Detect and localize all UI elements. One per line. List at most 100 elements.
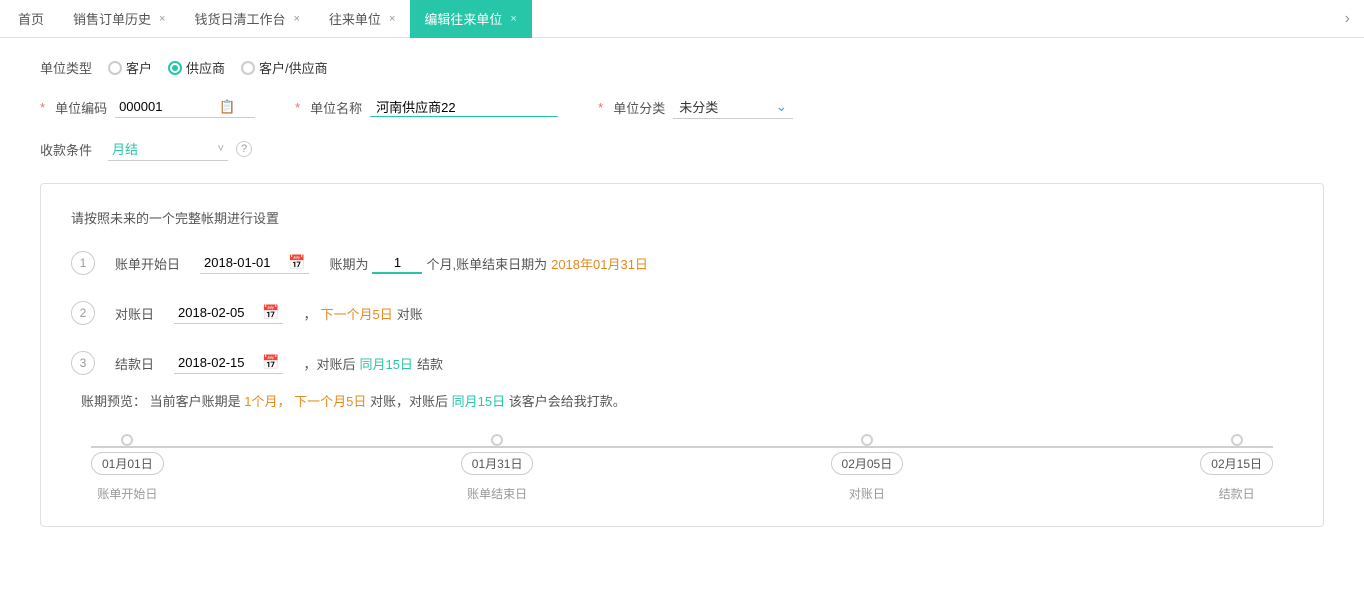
unit-classify-field: * 单位分类 未分类 ⌄: [598, 95, 793, 119]
step-2-desc-comma: ，: [303, 304, 316, 323]
tab-home-label: 首页: [18, 9, 44, 28]
step-1-end-date: 2018年01月31日: [551, 254, 648, 273]
tab-partner-unit-close[interactable]: ×: [389, 13, 395, 25]
tab-edit-partner[interactable]: 编辑往来单位 ×: [410, 0, 531, 38]
step-2-date-field[interactable]: [178, 305, 258, 320]
tab-home[interactable]: 首页: [4, 0, 59, 38]
preview-reconcile-suffix: 对账，对账后: [370, 394, 448, 409]
tab-partner-unit[interactable]: 往来单位 ×: [315, 0, 410, 38]
step-3-date-field[interactable]: [178, 355, 258, 370]
step-3-desc-suffix: 结款: [417, 354, 443, 373]
tab-cash-work-label: 钱货日清工作台: [194, 9, 285, 28]
step-3-calendar-icon[interactable]: 📅: [262, 354, 279, 371]
unit-classify-star: *: [598, 100, 603, 115]
step-1-number: 1: [71, 251, 95, 275]
unit-code-field: * 单位编码 📋: [40, 97, 255, 118]
timeline-label-2: 对账日: [849, 485, 885, 502]
preview-end: 该客户会给我打款。: [509, 394, 626, 409]
tabs-expand-button[interactable]: ›: [1335, 10, 1360, 28]
panel-title: 请按照未来的一个完整帐期进行设置: [71, 208, 1293, 227]
unit-name-label: 单位名称: [310, 98, 362, 117]
unit-type-row: 单位类型 客户 供应商 客户/供应商: [40, 58, 1324, 77]
radio-both-circle: [241, 61, 255, 75]
radio-customer-label: 客户: [126, 58, 152, 77]
step-2-highlight: 下一个月5日: [320, 304, 392, 323]
timeline-node-0: 01月01日 账单开始日: [91, 434, 164, 502]
unit-classify-value: 未分类: [679, 97, 769, 116]
preview-reconcile-prefix: 下一个月5日: [294, 394, 366, 409]
unit-info-row: * 单位编码 📋 * 单位名称 * 单位分类 未分类 ⌄: [40, 95, 1324, 119]
step-3-desc-prefix: ，对账后: [303, 354, 355, 373]
step-1-calendar-icon[interactable]: 📅: [288, 254, 305, 271]
step-2-date-input: 📅: [174, 302, 283, 324]
step-3-label: 结款日: [115, 354, 154, 373]
unit-classify-label: 单位分类: [613, 98, 665, 117]
timeline-badge-2: 02月05日: [831, 452, 904, 475]
unit-type-field: 单位类型 客户 供应商 客户/供应商: [40, 58, 328, 77]
step-2-number: 2: [71, 301, 95, 325]
tabs-bar: 首页 销售订单历史 × 钱货日清工作台 × 往来单位 × 编辑往来单位 × ›: [0, 0, 1364, 38]
step-1-date-input: 📅: [200, 252, 309, 274]
unit-code-copy-icon[interactable]: 📋: [219, 99, 235, 115]
tab-sales-history[interactable]: 销售订单历史 ×: [59, 0, 180, 38]
step-3-desc: ，对账后 同月15日 结款: [303, 354, 443, 373]
step-3-highlight: 同月15日: [359, 354, 412, 373]
radio-supplier[interactable]: 供应商: [168, 58, 225, 77]
step-1-date-field[interactable]: [204, 255, 284, 270]
timeline-dot-1: [491, 434, 503, 446]
radio-supplier-label: 供应商: [186, 58, 225, 77]
step-2-label: 对账日: [115, 304, 154, 323]
radio-both-label: 客户/供应商: [259, 58, 328, 77]
tab-sales-history-close[interactable]: ×: [159, 13, 165, 25]
timeline-badge-1: 01月31日: [461, 452, 534, 475]
timeline-dot-0: [121, 434, 133, 446]
payment-condition-value: 月结: [112, 139, 218, 158]
unit-code-label: 单位编码: [55, 98, 107, 117]
payment-help-icon[interactable]: ?: [236, 141, 252, 157]
period-value-input[interactable]: [372, 253, 422, 274]
preview-section: 账期预览： 当前客户账期是 1个月， 下一个月5日 对账，对账后 同月15日 该…: [71, 391, 1293, 410]
payment-condition-field: 收款条件 月结 ˅ ?: [40, 137, 252, 161]
unit-type-radio-group: 客户 供应商 客户/供应商: [108, 58, 328, 77]
tab-edit-partner-close[interactable]: ×: [510, 13, 516, 25]
content-area: 单位类型 客户 供应商 客户/供应商 * 单位编码: [0, 38, 1364, 608]
timeline-label-0: 账单开始日: [97, 485, 157, 502]
radio-customer[interactable]: 客户: [108, 58, 152, 77]
radio-customer-circle: [108, 61, 122, 75]
timeline-badge-0: 01月01日: [91, 452, 164, 475]
timeline-node-2: 02月05日 对账日: [831, 434, 904, 502]
radio-supplier-circle: [168, 61, 182, 75]
step-3-date-input: 📅: [174, 352, 283, 374]
preview-payment: 同月15日: [452, 394, 505, 409]
unit-classify-chevron-icon: ⌄: [776, 98, 788, 115]
unit-name-star: *: [295, 100, 300, 115]
timeline-badge-3: 02月15日: [1200, 452, 1273, 475]
step-2-row: 2 对账日 📅 ， 下一个月5日 对账: [71, 301, 1293, 325]
unit-code-input-wrapper: 📋: [115, 97, 255, 118]
step-1-desc-prefix: 账期为: [329, 254, 368, 273]
tab-cash-work[interactable]: 钱货日清工作台 ×: [180, 0, 314, 38]
tab-sales-history-label: 销售订单历史: [73, 9, 151, 28]
unit-classify-select[interactable]: 未分类 ⌄: [673, 95, 793, 119]
unit-type-label: 单位类型: [40, 58, 92, 77]
step-2-desc-suffix: 对账: [397, 304, 423, 323]
timeline-nodes: 01月01日 账单开始日 01月31日 账单结束日 02月05日 对账日 02月…: [91, 434, 1273, 502]
preview-period: 1个月，: [244, 394, 290, 409]
unit-code-star: *: [40, 100, 45, 115]
unit-name-input[interactable]: [370, 97, 558, 117]
timeline-label-3: 结款日: [1219, 485, 1255, 502]
step-2-calendar-icon[interactable]: 📅: [262, 304, 279, 321]
step-1-row: 1 账单开始日 📅 账期为 个月,账单结束日期为 2018年01月31日: [71, 251, 1293, 275]
unit-name-field: * 单位名称: [295, 97, 558, 117]
period-settings-panel: 请按照未来的一个完整帐期进行设置 1 账单开始日 📅 账期为 个月,账单结束日期…: [40, 183, 1324, 527]
unit-code-input[interactable]: [119, 99, 219, 114]
step-1-desc-suffix: 个月,账单结束日期为: [426, 254, 547, 273]
step-3-number: 3: [71, 351, 95, 375]
step-1-label: 账单开始日: [115, 254, 180, 273]
radio-both[interactable]: 客户/供应商: [241, 58, 328, 77]
preview-label: 账期预览：: [81, 394, 146, 409]
timeline-dot-2: [861, 434, 873, 446]
payment-condition-select[interactable]: 月结 ˅: [108, 137, 228, 161]
tab-cash-work-close[interactable]: ×: [293, 13, 299, 25]
step-1-desc: 账期为 个月,账单结束日期为 2018年01月31日: [329, 253, 647, 274]
